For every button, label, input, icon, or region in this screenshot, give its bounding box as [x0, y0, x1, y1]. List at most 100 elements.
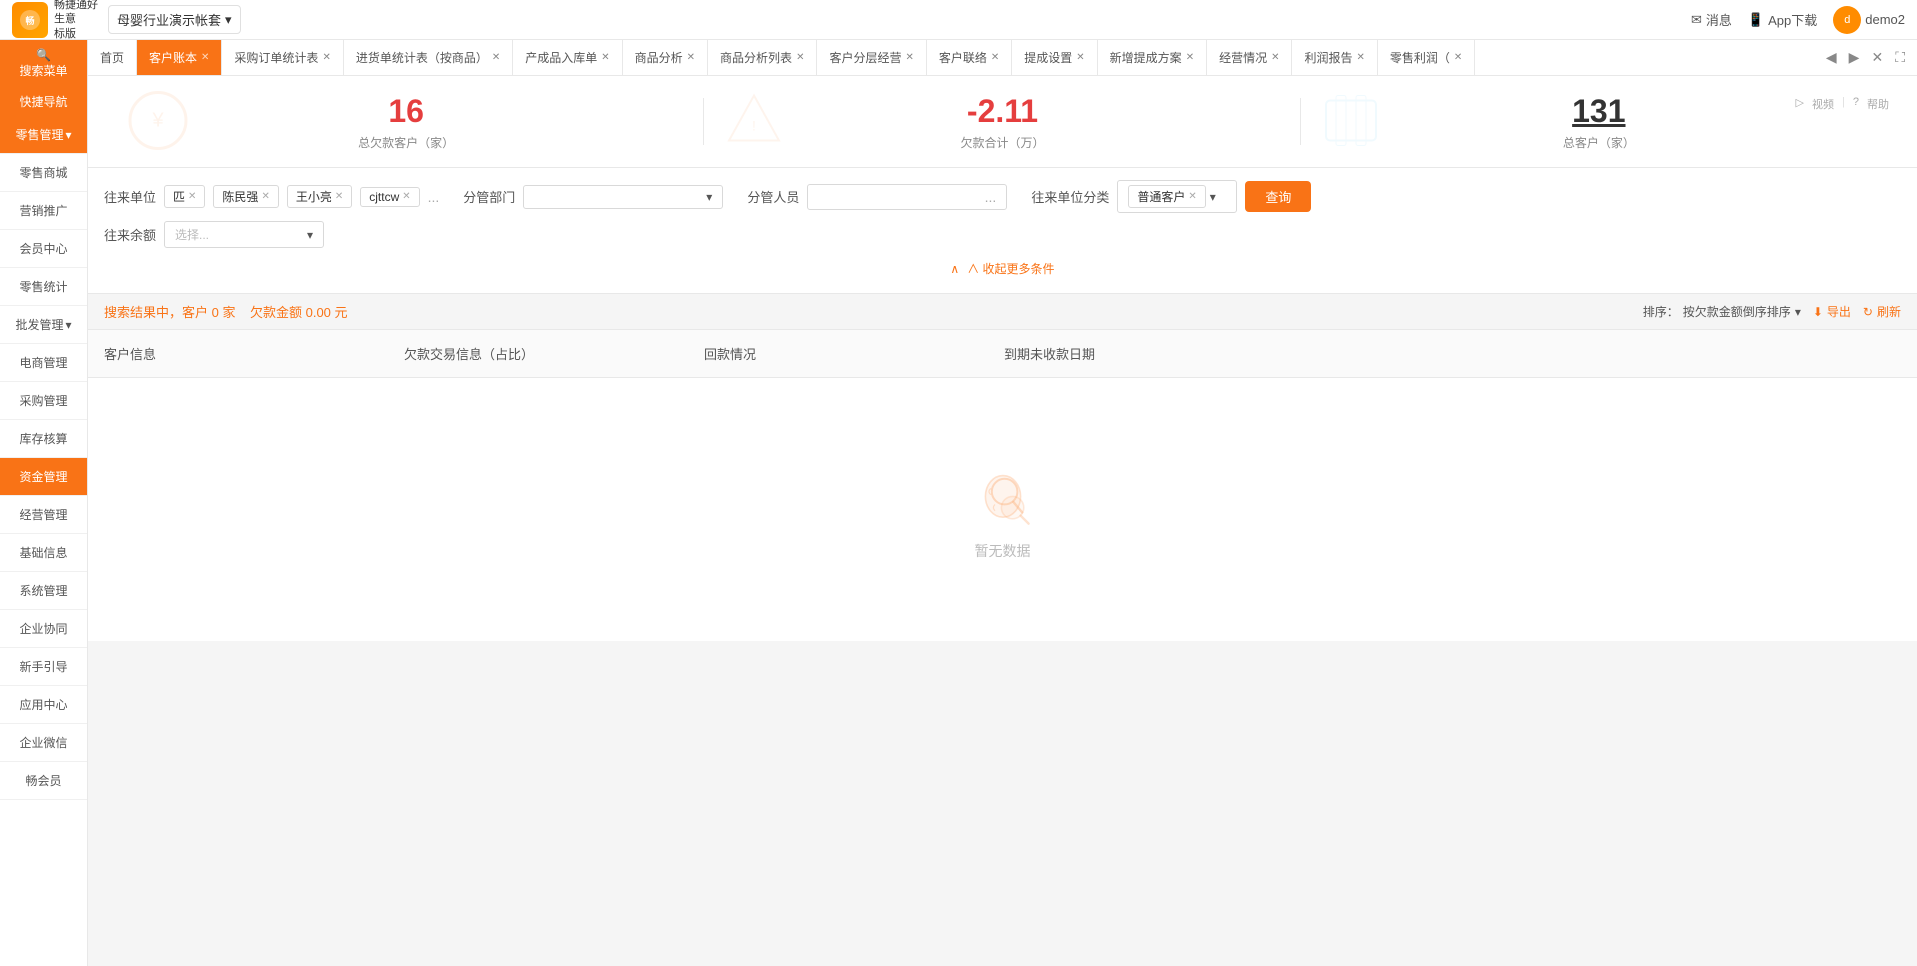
filter-row-1: 往来单位 匹 ✕ 陈民强 ✕ 王小亮 ✕ cjttcw — [104, 180, 1901, 213]
filter-tag-unit-3[interactable]: 王小亮 ✕ — [287, 185, 352, 208]
tab-close-icon[interactable]: ✕ — [1454, 52, 1462, 63]
empty-icon — [963, 458, 1043, 541]
tab-close-icon[interactable]: ✕ — [601, 52, 609, 63]
sidebar-item-basic-info[interactable]: 基础信息 — [0, 534, 87, 572]
tab-close-all-icon[interactable]: ✕ — [1867, 49, 1887, 66]
person-more-icon[interactable]: ... — [985, 189, 997, 205]
filter-tag-unit-2[interactable]: 陈民强 ✕ — [213, 185, 278, 208]
tab-prev-icon[interactable]: ◀ — [1822, 49, 1841, 66]
sort-selector[interactable]: 排序： 按欠款金额倒序排序 ▾ — [1643, 303, 1801, 320]
org-selector[interactable]: 母婴行业演示帐套 ▾ — [108, 5, 241, 34]
tab-customer-contact[interactable]: 客户联络 ✕ — [927, 40, 1012, 75]
tab-production-inbound[interactable]: 产成品入库单 ✕ — [513, 40, 622, 75]
sidebar-quick-nav[interactable]: 快捷导航 — [0, 87, 87, 116]
tab-home[interactable]: 首页 — [88, 40, 137, 75]
remain-input[interactable]: 选择... ▾ — [164, 221, 324, 248]
sidebar-item-system-mgmt[interactable]: 系统管理 — [0, 572, 87, 610]
category-select[interactable]: 普通客户 ✕ ▾ — [1117, 180, 1237, 213]
tag-close-icon[interactable]: ✕ — [188, 191, 196, 202]
tab-close-icon[interactable]: ✕ — [322, 52, 330, 63]
tab-close-icon[interactable]: ✕ — [1076, 52, 1084, 63]
tab-customer-tier-ops[interactable]: 客户分层经营 ✕ — [817, 40, 926, 75]
sidebar-item-app-center[interactable]: 应用中心 — [0, 686, 87, 724]
tab-next-icon[interactable]: ▶ — [1845, 49, 1864, 66]
col-overdue-date: 到期未收款日期 — [1004, 340, 1901, 367]
sidebar-item-finance-mgmt[interactable]: 资金管理 — [0, 458, 87, 496]
sidebar-item-member-vip[interactable]: 畅会员 — [0, 762, 87, 800]
app-download-icon: 📱 — [1748, 12, 1764, 28]
tab-close-icon[interactable]: ✕ — [1186, 52, 1194, 63]
user-avatar-area[interactable]: d demo2 — [1833, 6, 1905, 34]
tag-close-icon[interactable]: ✕ — [1188, 191, 1196, 202]
svg-text:¥: ¥ — [151, 109, 164, 131]
tab-close-icon[interactable]: ✕ — [991, 52, 999, 63]
top-bar-right: ✉ 消息 📱 App下载 d demo2 — [1691, 6, 1905, 34]
tag-close-icon[interactable]: ✕ — [402, 191, 410, 202]
empty-text: 暂无数据 — [975, 541, 1031, 561]
collapse-button[interactable]: ∧ ∧ 收起更多条件 — [104, 256, 1901, 281]
dept-select[interactable]: ▾ — [523, 185, 723, 209]
filter-more-icon[interactable]: ... — [428, 189, 440, 205]
sidebar-item-ecommerce-mgmt[interactable]: 电商管理 — [0, 344, 87, 382]
search-icon: 🔍 — [6, 48, 81, 62]
tab-customer-accounts[interactable]: 客户账本 ✕ — [137, 40, 222, 75]
sidebar-item-retail-mall[interactable]: 零售商城 — [0, 154, 87, 192]
tab-business-status[interactable]: 经营情况 ✕ — [1207, 40, 1292, 75]
stat-debt-amount-value: -2.11 — [967, 92, 1038, 130]
app-download-button[interactable]: 📱 App下载 — [1748, 10, 1817, 29]
sidebar-item-retail-stats[interactable]: 零售统计 — [0, 268, 87, 306]
results-info: 搜索结果中，客户 0 家 欠款金额 0.00 元 — [104, 302, 348, 321]
col-collection-status: 回款情况 — [704, 340, 1004, 367]
tab-product-analysis[interactable]: 商品分析 ✕ — [623, 40, 708, 75]
tab-inbound-stats-product[interactable]: 进货单统计表（按商品） ✕ — [344, 40, 513, 75]
tab-close-icon[interactable]: ✕ — [1271, 52, 1279, 63]
tab-purchase-order-stats[interactable]: 采购订单统计表 ✕ — [222, 40, 343, 75]
sidebar-item-inventory[interactable]: 库存核算 — [0, 420, 87, 458]
tab-product-analysis-list[interactable]: 商品分析列表 ✕ — [708, 40, 817, 75]
filter-tag-category-1[interactable]: 普通客户 ✕ — [1128, 185, 1205, 208]
tab-close-icon[interactable]: ✕ — [905, 52, 913, 63]
sidebar-item-wholesale-mgmt[interactable]: 批发管理 ▾ — [0, 306, 87, 344]
tab-close-icon[interactable]: ✕ — [1357, 52, 1365, 63]
stat-total-customers-value[interactable]: 131 — [1572, 92, 1625, 130]
filter-row-2: 往来余额 选择... ▾ — [104, 221, 1901, 248]
logo-text: 畅捷通好生意 标版 — [54, 0, 100, 41]
tab-new-promotion-plan[interactable]: 新增提成方案 ✕ — [1098, 40, 1207, 75]
stat-debt-customers-label: 总欠款客户（家） — [358, 134, 454, 151]
sidebar-item-new-guide[interactable]: 新手引导 — [0, 648, 87, 686]
username: demo2 — [1865, 12, 1905, 27]
person-filter-label: 分管人员 — [747, 187, 799, 206]
stat-total-customers-label: 总客户（家） — [1563, 134, 1635, 151]
export-button[interactable]: ⬇ 导出 — [1813, 303, 1851, 320]
stat-debt-amount-label: 欠款合计（万） — [960, 134, 1044, 151]
tab-close-icon[interactable]: ✕ — [796, 52, 804, 63]
sidebar-item-enterprise-wechat[interactable]: 企业微信 — [0, 724, 87, 762]
filter-tag-unit-4[interactable]: cjttcw ✕ — [360, 187, 419, 207]
sidebar-item-retail-mgmt[interactable]: 零售管理 ▾ — [0, 116, 87, 154]
unit-filter-label: 往来单位 — [104, 187, 156, 206]
tab-close-icon[interactable]: ✕ — [687, 52, 695, 63]
top-bar-left: 畅 畅捷通好生意 标版 母婴行业演示帐套 ▾ — [12, 0, 241, 41]
stat-total-debt-amount: ! -2.11 欠款合计（万） — [704, 92, 1300, 151]
message-icon: ✉ — [1691, 12, 1702, 28]
filter-tag-unit-1[interactable]: 匹 ✕ — [164, 185, 205, 208]
tab-retail-profit[interactable]: 零售利润（ ✕ — [1378, 40, 1475, 75]
person-select[interactable]: ... — [807, 184, 1007, 210]
tab-promotion-settings[interactable]: 提成设置 ✕ — [1012, 40, 1097, 75]
tab-bar: 首页 客户账本 ✕ 采购订单统计表 ✕ 进货单统计表（按商品） ✕ 产成品入库单… — [88, 40, 1917, 76]
sidebar-search[interactable]: 🔍 搜索菜单 — [0, 40, 87, 87]
tag-close-icon[interactable]: ✕ — [335, 191, 343, 202]
query-button[interactable]: 查询 — [1245, 181, 1311, 212]
message-button[interactable]: ✉ 消息 — [1691, 10, 1732, 29]
tab-close-icon[interactable]: ✕ — [492, 52, 500, 63]
tab-profit-report[interactable]: 利润报告 ✕ — [1292, 40, 1377, 75]
tab-close-icon[interactable]: ✕ — [201, 52, 209, 63]
refresh-button[interactable]: ↻ 刷新 — [1863, 303, 1901, 320]
sidebar-item-operations-mgmt[interactable]: 经营管理 — [0, 496, 87, 534]
sidebar-item-marketing[interactable]: 营销推广 — [0, 192, 87, 230]
sidebar-item-enterprise-collab[interactable]: 企业协同 — [0, 610, 87, 648]
sidebar-item-member-center[interactable]: 会员中心 — [0, 230, 87, 268]
sidebar-item-purchase-mgmt[interactable]: 采购管理 — [0, 382, 87, 420]
tag-close-icon[interactable]: ✕ — [261, 191, 269, 202]
tab-expand-icon[interactable]: ⛶ — [1891, 49, 1909, 66]
